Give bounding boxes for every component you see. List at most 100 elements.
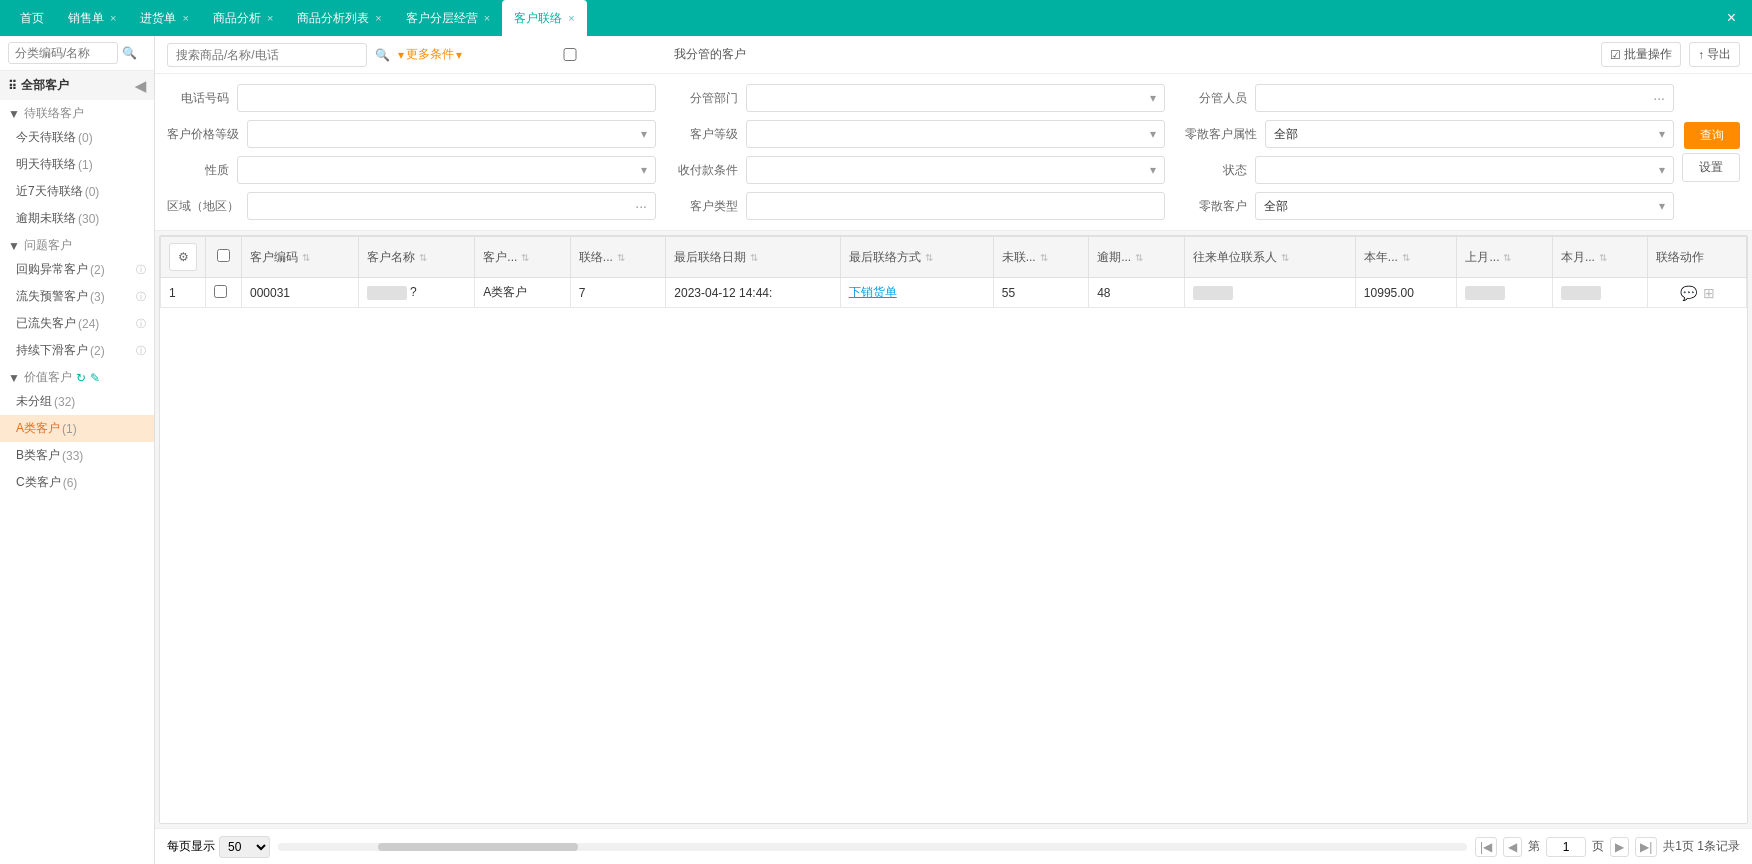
sort-last-month-icon[interactable]: ⇅ bbox=[1503, 252, 1511, 263]
global-close-icon[interactable]: × bbox=[1719, 9, 1744, 27]
close-product-analysis-icon[interactable]: × bbox=[267, 12, 273, 24]
customer-type-input[interactable] bbox=[746, 192, 1165, 220]
nav-product-analysis[interactable]: 商品分析 × bbox=[201, 0, 285, 36]
sort-this-month-icon[interactable]: ⇅ bbox=[1599, 252, 1607, 263]
nav-purchase[interactable]: 进货单 × bbox=[128, 0, 200, 36]
sidebar-item-declining[interactable]: 持续下滑客户 (2) ⓘ bbox=[0, 337, 154, 364]
sort-no-contact-icon[interactable]: ⇅ bbox=[1040, 252, 1048, 263]
per-page-select[interactable]: 50 100 200 bbox=[219, 836, 270, 858]
nav-customer-contact[interactable]: 客户联络 × bbox=[502, 0, 586, 36]
table-header-row: ⚙ 客户编码 ⇅ 客户名称 bbox=[161, 237, 1747, 278]
region-input[interactable]: ··· bbox=[247, 192, 656, 220]
last-page-btn[interactable]: ▶| bbox=[1635, 837, 1657, 857]
batch-op-btn[interactable]: ☑ 批量操作 bbox=[1601, 42, 1681, 67]
my-customers-checkbox[interactable] bbox=[470, 48, 670, 61]
manager-input[interactable]: ··· bbox=[1255, 84, 1674, 112]
close-customer-tier-icon[interactable]: × bbox=[484, 12, 490, 24]
last-method-link[interactable]: 下销货单 bbox=[849, 285, 897, 299]
export-btn[interactable]: ↑ 导出 bbox=[1689, 42, 1740, 67]
sidebar-search-icon[interactable]: 🔍 bbox=[122, 46, 137, 60]
price-level-select[interactable]: ▾ bbox=[247, 120, 656, 148]
filter-icon: ▾ bbox=[398, 48, 404, 62]
filter-phone: 电话号码 bbox=[167, 84, 656, 112]
select-all-checkbox[interactable] bbox=[217, 249, 230, 262]
next-page-btn[interactable]: ▶ bbox=[1610, 837, 1629, 857]
batch-op-icon: ☑ bbox=[1610, 48, 1621, 62]
nav-customer-tier[interactable]: 客户分层经营 × bbox=[394, 0, 502, 36]
close-product-list-icon[interactable]: × bbox=[375, 12, 381, 24]
filter-manager: 分管人员 ··· bbox=[1185, 84, 1674, 112]
this-month-blurred bbox=[1561, 286, 1601, 300]
info-declining-icon[interactable]: ⓘ bbox=[136, 344, 146, 358]
sidebar-item-churned[interactable]: 已流失客户 (24) ⓘ bbox=[0, 310, 154, 337]
dept-select[interactable]: ▾ bbox=[746, 84, 1165, 112]
row-checkbox[interactable] bbox=[214, 285, 227, 298]
nature-select[interactable]: ▾ bbox=[237, 156, 656, 184]
filter-search-icon[interactable]: 🔍 bbox=[375, 48, 390, 62]
set-button[interactable]: 设置 bbox=[1682, 153, 1740, 182]
close-customer-contact-icon[interactable]: × bbox=[568, 12, 574, 24]
sidebar-item-churn-warning[interactable]: 流失预警客户 (3) ⓘ bbox=[0, 283, 154, 310]
sidebar-item-a-class[interactable]: A类客户 (1) bbox=[0, 415, 154, 442]
phone-input[interactable] bbox=[237, 84, 656, 112]
retail-chevron-icon: ▾ bbox=[1659, 199, 1665, 213]
search-input[interactable] bbox=[167, 43, 367, 67]
chat-action-btn[interactable]: 💬 bbox=[1680, 285, 1697, 301]
first-page-btn[interactable]: |◀ bbox=[1475, 837, 1497, 857]
close-purchase-icon[interactable]: × bbox=[182, 12, 188, 24]
sort-this-year-icon[interactable]: ⇅ bbox=[1402, 252, 1410, 263]
table-settings-btn[interactable]: ⚙ bbox=[169, 243, 197, 271]
payment-select[interactable]: ▾ bbox=[746, 156, 1165, 184]
top-nav: 首页 销售单 × 进货单 × 商品分析 × 商品分析列表 × 客户分层经营 × … bbox=[0, 0, 1752, 36]
nav-sales[interactable]: 销售单 × bbox=[56, 0, 128, 36]
sidebar-collapse-icon[interactable]: ◀ bbox=[135, 78, 146, 94]
sidebar-item-7days[interactable]: 近7天待联络 (0) bbox=[0, 178, 154, 205]
customer-level-select[interactable]: ▾ bbox=[746, 120, 1165, 148]
info-repurchase-icon[interactable]: ⓘ bbox=[136, 263, 146, 277]
sidebar-item-b-class[interactable]: B类客户 (33) bbox=[0, 442, 154, 469]
row-actions-cell: 💬 ⊞ bbox=[1648, 278, 1747, 308]
sidebar-search-input[interactable] bbox=[8, 42, 118, 64]
customer-table: ⚙ 客户编码 ⇅ 客户名称 bbox=[160, 236, 1747, 308]
sort-overdue-icon[interactable]: ⇅ bbox=[1135, 252, 1143, 263]
scrollbar-thumb[interactable] bbox=[378, 843, 578, 851]
sort-category-icon[interactable]: ⇅ bbox=[521, 252, 529, 263]
row-last-method[interactable]: 下销货单 bbox=[840, 278, 993, 308]
retail-select[interactable]: 全部 ▾ bbox=[1255, 192, 1674, 220]
sort-code-icon[interactable]: ⇅ bbox=[302, 252, 310, 263]
sidebar-group-problem: ▼ 问题客户 bbox=[0, 232, 154, 256]
query-button[interactable]: 查询 bbox=[1684, 122, 1740, 149]
sidebar-item-tomorrow[interactable]: 明天待联络 (1) bbox=[0, 151, 154, 178]
sort-last-date-icon[interactable]: ⇅ bbox=[750, 252, 758, 263]
sort-name-icon[interactable]: ⇅ bbox=[419, 252, 427, 263]
sort-contact-icon[interactable]: ⇅ bbox=[617, 252, 625, 263]
more-filter-btn[interactable]: ▾ 更多条件 ▾ bbox=[398, 46, 462, 63]
sidebar-item-today[interactable]: 今天待联络 (0) bbox=[0, 124, 154, 151]
sidebar-item-repurchase-abnormal[interactable]: 回购异常客户 (2) ⓘ bbox=[0, 256, 154, 283]
my-customers-checkbox-label[interactable]: 我分管的客户 bbox=[470, 46, 746, 63]
info-churned-icon[interactable]: ⓘ bbox=[136, 317, 146, 331]
sidebar-all-customers[interactable]: ⠿ 全部客户 ◀ bbox=[0, 71, 154, 100]
retail-attr-select[interactable]: 全部 ▾ bbox=[1265, 120, 1674, 148]
close-sales-icon[interactable]: × bbox=[110, 12, 116, 24]
edit-value-icon[interactable]: ✎ bbox=[90, 371, 100, 385]
prev-page-btn[interactable]: ◀ bbox=[1503, 837, 1522, 857]
horizontal-scrollbar[interactable] bbox=[278, 843, 1467, 851]
status-select[interactable]: ▾ bbox=[1255, 156, 1674, 184]
info-churn-icon[interactable]: ⓘ bbox=[136, 290, 146, 304]
sidebar-item-c-class[interactable]: C类客户 (6) bbox=[0, 469, 154, 496]
sidebar-item-ungroup[interactable]: 未分组 (32) bbox=[0, 388, 154, 415]
page-number-input[interactable] bbox=[1546, 837, 1586, 857]
nav-home[interactable]: 首页 bbox=[8, 0, 56, 36]
filter-row-2: 客户价格等级 ▾ 客户等级 ▾ bbox=[167, 120, 1674, 148]
row-this-month bbox=[1552, 278, 1647, 308]
row-checkbox-cell bbox=[206, 278, 242, 308]
sort-unit-contact-icon[interactable]: ⇅ bbox=[1281, 252, 1289, 263]
filter-dept: 分管部门 ▾ bbox=[676, 84, 1165, 112]
qr-action-btn[interactable]: ⊞ bbox=[1703, 285, 1715, 301]
status-chevron-icon: ▾ bbox=[1659, 163, 1665, 177]
sidebar-item-overdue[interactable]: 逾期未联络 (30) bbox=[0, 205, 154, 232]
nav-product-list[interactable]: 商品分析列表 × bbox=[285, 0, 393, 36]
refresh-value-icon[interactable]: ↻ bbox=[76, 371, 86, 385]
sort-last-method-icon[interactable]: ⇅ bbox=[925, 252, 933, 263]
